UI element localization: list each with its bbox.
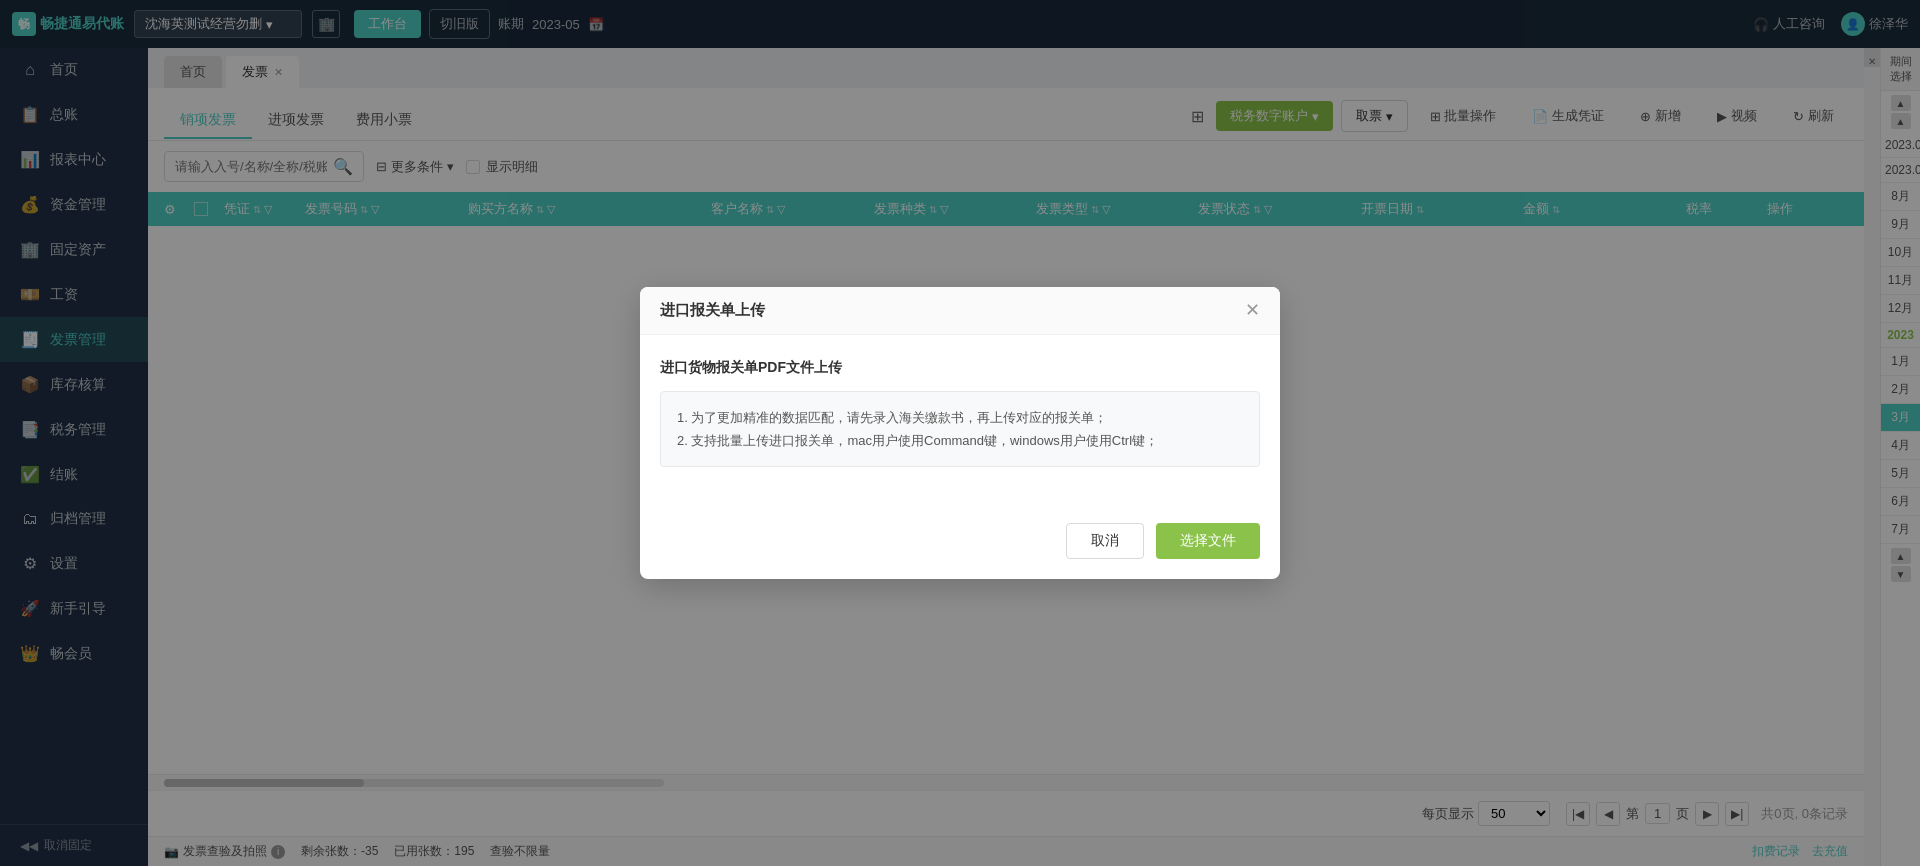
modal-overlay[interactable]: 进口报关单上传 ✕ 进口货物报关单PDF文件上传 1. 为了更加精准的数据匹配，… xyxy=(0,0,1920,866)
modal-header: 进口报关单上传 ✕ xyxy=(640,287,1280,335)
modal-info-item-2: 2. 支持批量上传进口报关单，mac用户使用Command键，windows用户… xyxy=(677,429,1243,452)
modal-section-title: 进口货物报关单PDF文件上传 xyxy=(660,359,1260,377)
modal-close-button[interactable]: ✕ xyxy=(1245,301,1260,319)
modal-body: 进口货物报关单PDF文件上传 1. 为了更加精准的数据匹配，请先录入海关缴款书，… xyxy=(640,335,1280,512)
modal-info-box: 1. 为了更加精准的数据匹配，请先录入海关缴款书，再上传对应的报关单； 2. 支… xyxy=(660,391,1260,468)
modal-select-file-button[interactable]: 选择文件 xyxy=(1156,523,1260,559)
modal-info-item-1: 1. 为了更加精准的数据匹配，请先录入海关缴款书，再上传对应的报关单； xyxy=(677,406,1243,429)
modal-title: 进口报关单上传 xyxy=(660,301,765,320)
import-modal: 进口报关单上传 ✕ 进口货物报关单PDF文件上传 1. 为了更加精准的数据匹配，… xyxy=(640,287,1280,580)
modal-footer: 取消 选择文件 xyxy=(640,511,1280,579)
modal-cancel-button[interactable]: 取消 xyxy=(1066,523,1144,559)
